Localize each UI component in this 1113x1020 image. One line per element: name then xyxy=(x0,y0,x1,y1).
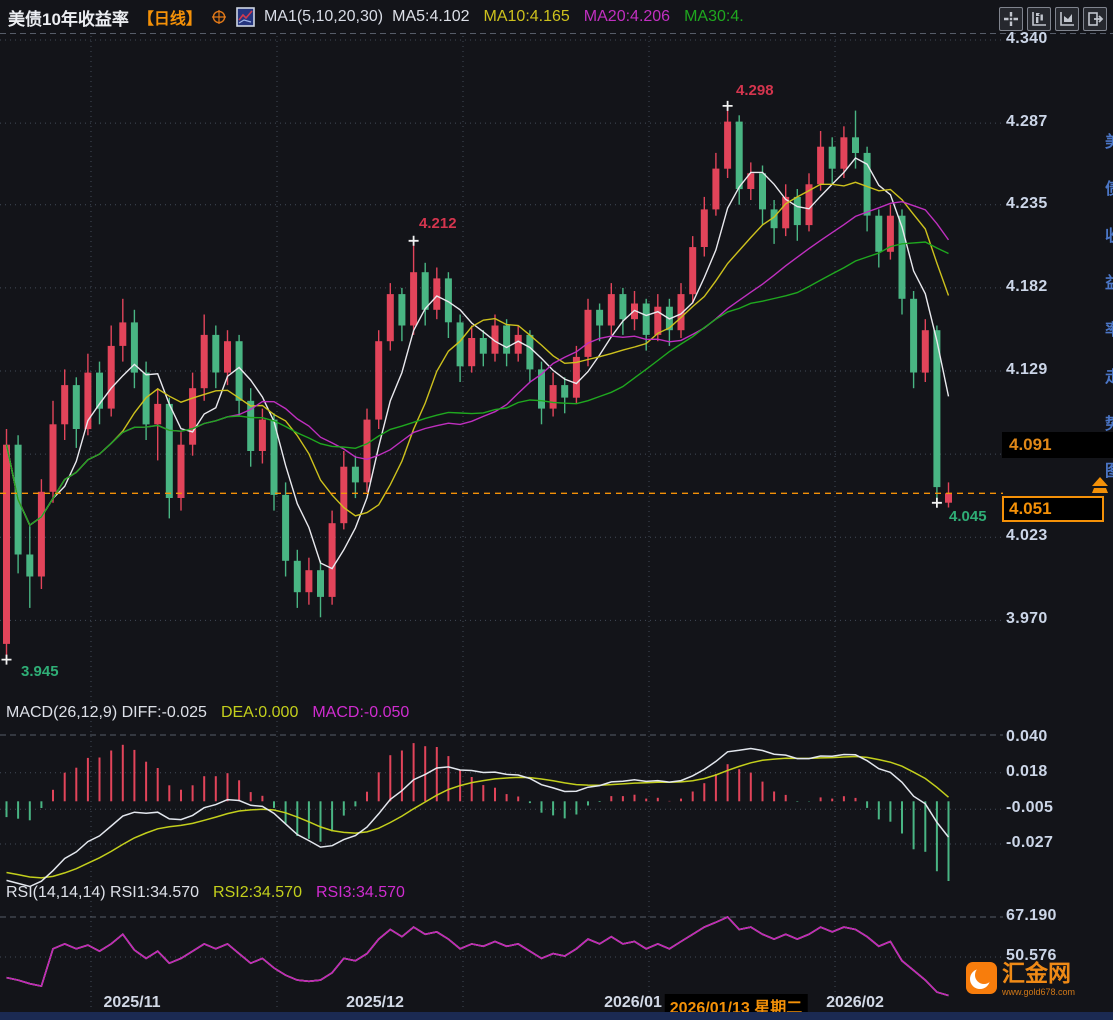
ma-value-label: MA5:4.102 xyxy=(392,8,470,25)
clipped-glyph: 率 xyxy=(1105,316,1113,340)
time-axis-label: 2025/12 xyxy=(346,994,404,1011)
taskbar-strip xyxy=(0,1012,1113,1020)
rsi-header-label: RSI2:34.570 xyxy=(213,884,302,901)
expand-circle-icon[interactable] xyxy=(211,9,227,25)
clipped-glyph: 势 xyxy=(1105,410,1113,434)
rsi-header-label: RSI3:34.570 xyxy=(315,884,405,901)
ma-value-label: MA20:4.206 xyxy=(583,8,671,25)
marker-price-label: 3.945 xyxy=(21,663,59,680)
price-up-arrow-icon xyxy=(1089,476,1111,501)
clipped-glyph: 走 xyxy=(1105,363,1113,387)
price-axis-label: 4.235 xyxy=(1006,195,1048,212)
macd-header: MACD(26,12,9) DIFF:-0.025 DEA:0.000 MACD:-… xyxy=(6,704,409,722)
pane-chart-icon[interactable] xyxy=(1027,7,1051,31)
clipped-glyph: 益 xyxy=(1105,269,1113,293)
candlestick-chart[interactable] xyxy=(0,0,1113,1020)
time-axis-label: 2025/11 xyxy=(103,994,161,1011)
macd-header-label: MACD:-0.050 xyxy=(312,704,410,721)
price-axis-label: 4.340 xyxy=(1006,30,1048,47)
period-tag[interactable]: 【日线】 xyxy=(138,5,202,29)
watermark: 汇金网 www.gold678.com xyxy=(966,962,1075,999)
macd-axis-label: 0.040 xyxy=(1006,728,1048,745)
symbol-title: 美债10年收益率 xyxy=(8,9,129,29)
macd-axis-label: 0.018 xyxy=(1006,763,1048,780)
reference-price-badge: 4.091 xyxy=(1002,432,1113,458)
ma-value-label: MA30:4. xyxy=(684,8,744,25)
chart-toolbar xyxy=(999,7,1107,31)
rsi-header-label: RSI(14,14,14) RSI1:34.570 xyxy=(6,884,200,901)
marker-price-label: 4.045 xyxy=(949,508,987,525)
clipped-glyph: 美 xyxy=(1105,128,1113,152)
time-axis-label: 2026/01 xyxy=(604,994,662,1011)
ma-value-label: MA10:4.165 xyxy=(483,8,570,25)
pane-indicator-icon[interactable] xyxy=(1055,7,1079,31)
clipped-glyph: 债 xyxy=(1105,175,1113,199)
ma-values: MA5:4.102 MA10:4.165 MA20:4.206 MA30:4. xyxy=(392,8,744,26)
chart-header: 美债10年收益率 【日线】 MA1(5,10,20,30) MA5:4.102 M… xyxy=(8,0,744,34)
grid-layout-icon[interactable] xyxy=(999,7,1023,31)
ma-settings-label: MA1(5,10,20,30) xyxy=(263,8,384,25)
mini-kline-icon[interactable] xyxy=(236,7,255,27)
marker-price-label: 4.298 xyxy=(736,82,774,99)
clipped-glyph: 收 xyxy=(1105,222,1113,246)
macd-axis-label: -0.027 xyxy=(1006,834,1054,851)
macd-header-label: MACD(26,12,9) DIFF:-0.025 xyxy=(6,704,207,721)
price-axis-label: 4.129 xyxy=(1006,361,1048,378)
marker-price-label: 4.212 xyxy=(419,215,457,232)
macd-axis-label: -0.005 xyxy=(1006,799,1054,816)
price-axis-label: 3.970 xyxy=(1006,610,1048,627)
exit-pane-icon[interactable] xyxy=(1083,7,1107,31)
right-edge-clipped-panel: 美债收益率走势图 xyxy=(1104,35,1113,1008)
time-axis-label: 2026/02 xyxy=(826,994,884,1011)
watermark-url: www.gold678.com xyxy=(1002,987,1076,997)
watermark-site-name: 汇金网 xyxy=(1002,960,1071,986)
rsi-header: RSI(14,14,14) RSI1:34.570 RSI2:34.570 RSI3… xyxy=(6,884,405,902)
rsi-axis-label: 67.190 xyxy=(1006,907,1057,924)
macd-header-label: DEA:0.000 xyxy=(220,704,299,721)
trading-chart-page: { "header": { "title": "美债10年收益率", "peri… xyxy=(0,0,1113,1020)
price-axis-label: 4.023 xyxy=(1006,527,1048,544)
price-axis-label: 4.287 xyxy=(1006,113,1048,130)
watermark-logo-icon xyxy=(966,962,997,999)
price-axis-label: 4.182 xyxy=(1006,278,1048,295)
